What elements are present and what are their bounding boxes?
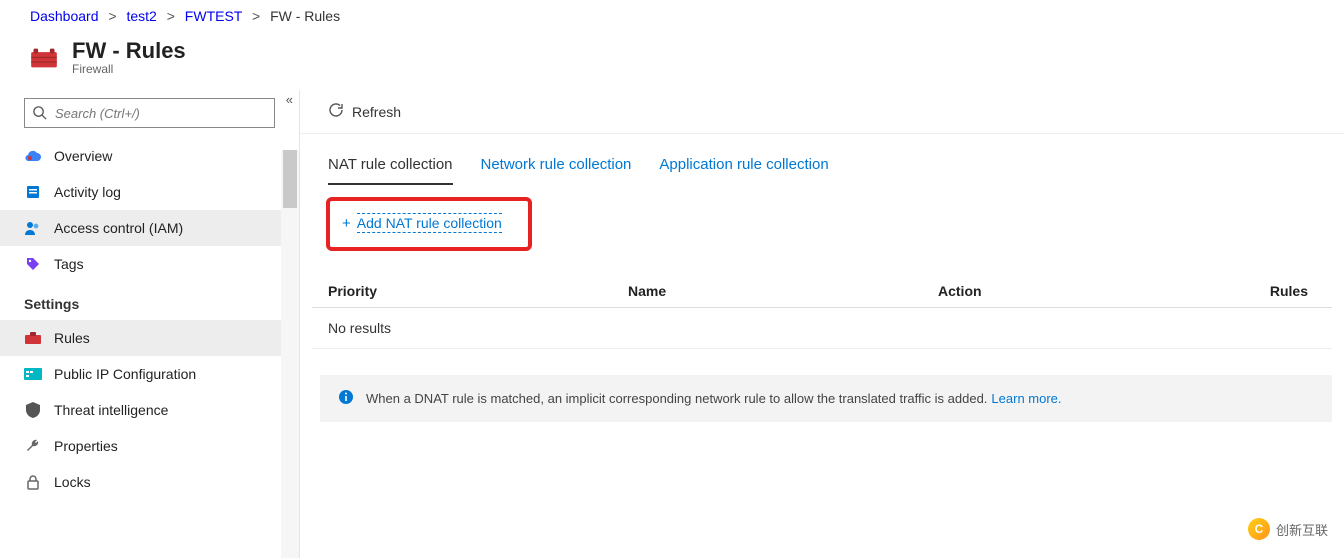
chevron-right-icon: > [252,8,260,24]
col-name: Name [628,283,938,299]
command-bar: Refresh [300,90,1344,134]
watermark-icon: C [1248,518,1270,540]
breadcrumb-link[interactable]: test2 [126,8,156,24]
people-icon [24,219,42,237]
scrollbar-thumb[interactable] [283,150,297,208]
breadcrumb: Dashboard > test2 > FWTEST > FW - Rules [0,0,1344,32]
col-rules: Rules [1238,283,1316,299]
search-input[interactable] [24,98,275,128]
sidebar-item-access-control[interactable]: Access control (IAM) [0,210,299,246]
sidebar-item-label: Properties [54,438,118,454]
sidebar-item-label: Threat intelligence [54,402,168,418]
breadcrumb-link[interactable]: Dashboard [30,8,99,24]
divider [312,348,1332,349]
chevron-right-icon: > [108,8,116,24]
breadcrumb-link[interactable]: FWTEST [185,8,242,24]
refresh-icon [328,102,344,121]
tag-icon [24,255,42,273]
toolbox-icon [24,329,42,347]
table-header-row: Priority Name Action Rules [312,275,1332,308]
sidebar-item-label: Locks [54,474,91,490]
page-header: FW - Rules Firewall [0,32,1344,90]
tab-nat-rules[interactable]: NAT rule collection [328,156,453,185]
sidebar-item-threat-intel[interactable]: Threat intelligence [0,392,299,428]
add-nat-rule-collection-button[interactable]: + Add NAT rule collection [332,207,512,239]
sidebar-item-label: Access control (IAM) [54,220,183,236]
refresh-button[interactable]: Refresh [328,102,401,121]
ip-icon [24,365,42,383]
log-icon [24,183,42,201]
wrench-icon [24,437,42,455]
plus-icon: + [342,215,351,232]
add-highlight-annotation: + Add NAT rule collection [326,197,532,251]
refresh-label: Refresh [352,104,401,120]
sidebar-item-tags[interactable]: Tags [0,246,299,282]
rules-table: Priority Name Action Rules No results [312,275,1332,348]
breadcrumb-current: FW - Rules [270,8,340,24]
search-icon [32,105,47,125]
watermark-text: 创新互联 [1276,520,1328,539]
page-subtitle: Firewall [72,62,186,76]
firewall-icon [30,46,58,70]
rule-tabs: NAT rule collection Network rule collect… [300,134,1344,185]
table-empty-state: No results [312,308,1332,348]
sidebar-item-rules[interactable]: Rules [0,320,299,356]
sidebar-item-overview[interactable]: Overview [0,138,299,174]
sidebar-item-activity-log[interactable]: Activity log [0,174,299,210]
main-content: Refresh NAT rule collection Network rule… [300,90,1344,558]
shield-icon [24,401,42,419]
sidebar-item-public-ip[interactable]: Public IP Configuration [0,356,299,392]
sidebar: « Overview Activity log Access control (… [0,90,300,558]
sidebar-item-properties[interactable]: Properties [0,428,299,464]
info-text: When a DNAT rule is matched, an implicit… [366,391,987,406]
tab-application-rules[interactable]: Application rule collection [659,156,828,185]
sidebar-item-label: Activity log [54,184,121,200]
add-button-label: Add NAT rule collection [357,213,502,233]
sidebar-group-settings: Settings [0,282,299,320]
sidebar-item-label: Overview [54,148,112,164]
tab-network-rules[interactable]: Network rule collection [481,156,632,185]
info-icon [338,389,354,408]
col-priority: Priority [328,283,628,299]
sidebar-search [24,98,275,128]
sidebar-scrollbar[interactable] [281,150,299,558]
sidebar-item-label: Public IP Configuration [54,366,196,382]
cloud-icon [24,147,42,165]
lock-icon [24,473,42,491]
watermark: C 创新互联 [1248,518,1328,540]
sidebar-item-label: Tags [54,256,84,272]
collapse-sidebar-icon[interactable]: « [286,92,293,107]
page-title: FW - Rules [72,38,186,64]
chevron-right-icon: > [167,8,175,24]
info-banner: When a DNAT rule is matched, an implicit… [320,375,1332,422]
sidebar-item-locks[interactable]: Locks [0,464,299,500]
col-action: Action [938,283,1238,299]
learn-more-link[interactable]: Learn more. [991,391,1061,406]
sidebar-item-label: Rules [54,330,90,346]
